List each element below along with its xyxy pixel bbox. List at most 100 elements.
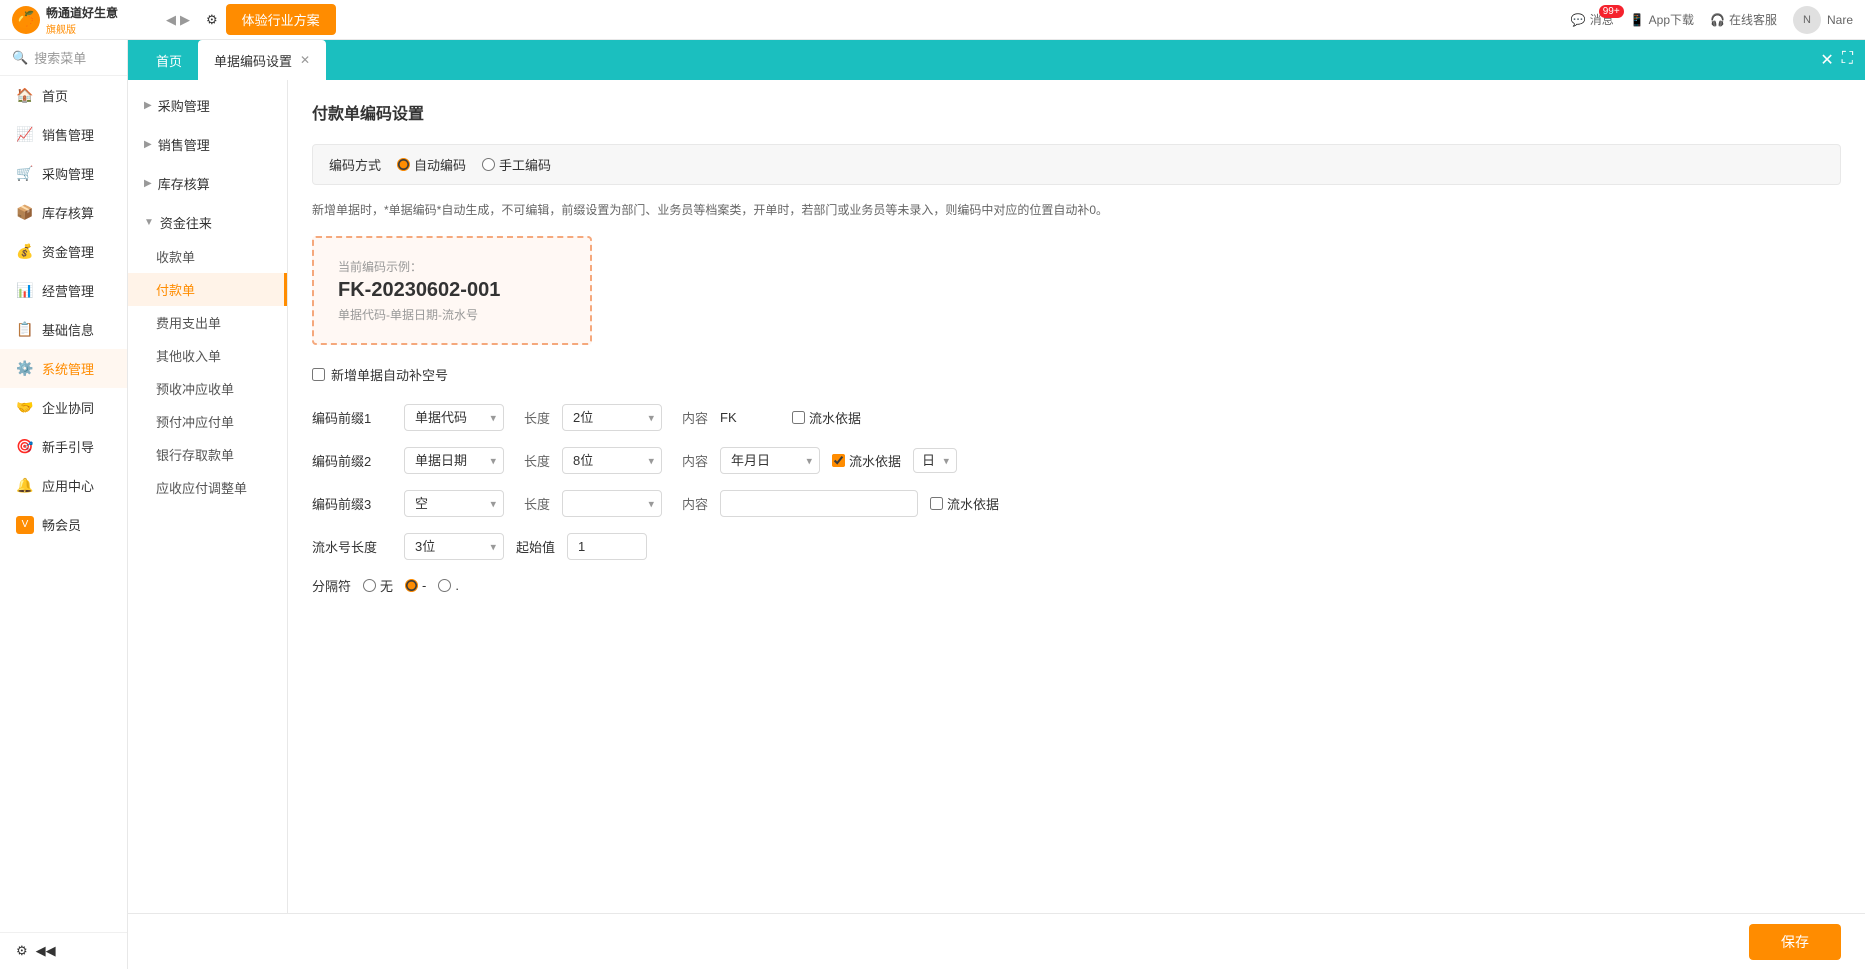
purchase-icon: 🛒 xyxy=(16,165,34,183)
tab-close-icon[interactable]: ✕ xyxy=(300,53,310,67)
separator-label: 分隔符 xyxy=(312,576,351,595)
prefix2-serial-checkbox[interactable]: 流水依据 xyxy=(832,451,901,470)
nav-arrows[interactable]: ◀ ▶ xyxy=(166,12,190,28)
auto-code-radio[interactable] xyxy=(397,158,410,171)
prefix3-serial-input[interactable] xyxy=(930,497,943,510)
sub-nav-group-title-sales[interactable]: ▶ 销售管理 xyxy=(128,127,287,162)
tab-bar-actions: ✕ ⛶ xyxy=(1820,50,1853,70)
sub-nav-item-pre-receipt[interactable]: 预收冲应收单 xyxy=(128,372,287,405)
sidebar-item-purchase[interactable]: 🛒 采购管理 xyxy=(0,154,127,193)
sidebar-item-basic[interactable]: 📋 基础信息 xyxy=(0,310,127,349)
tab-expand-icon[interactable]: ⛶ xyxy=(1842,50,1853,70)
sub-nav-group-title-purchase[interactable]: ▶ 采购管理 xyxy=(128,88,287,123)
prefix1-length-label: 长度 xyxy=(524,408,550,427)
prefix2-label: 编码前缀2 xyxy=(312,451,392,470)
prefix1-label: 编码前缀1 xyxy=(312,408,392,427)
service-icon: 🎧 xyxy=(1710,13,1725,27)
prefix3-label: 编码前缀3 xyxy=(312,494,392,513)
sub-nav-item-bank[interactable]: 银行存取款单 xyxy=(128,438,287,471)
prefix1-select[interactable]: 单据代码 单据日期 部门 业务员 空 xyxy=(404,404,504,431)
online-service-button[interactable]: 🎧 在线客服 xyxy=(1710,11,1777,28)
coding-method-row: 编码方式 自动编码 手工编码 xyxy=(312,144,1841,185)
guide-icon: 🎯 xyxy=(16,438,34,456)
auto-code-option[interactable]: 自动编码 xyxy=(397,155,466,174)
sub-nav-item-expense[interactable]: 费用支出单 xyxy=(128,306,287,339)
sep-none-radio[interactable] xyxy=(363,579,376,592)
sub-nav-item-pre-payment[interactable]: 预付冲应付单 xyxy=(128,405,287,438)
prefix2-content-select[interactable]: 年月日 年月 年 xyxy=(720,447,820,474)
sidebar-item-enterprise[interactable]: 🤝 企业协同 xyxy=(0,388,127,427)
sub-nav-item-payment[interactable]: 付款单 xyxy=(128,273,287,306)
sub-nav-item-other-income[interactable]: 其他收入单 xyxy=(128,339,287,372)
prefix2-length-select-wrapper: 8位 6位 4位 xyxy=(562,447,662,474)
prefix3-length-select[interactable] xyxy=(562,490,662,517)
prefix2-select[interactable]: 单据日期 单据代码 部门 业务员 空 xyxy=(404,447,504,474)
sep-dash-radio[interactable] xyxy=(405,579,418,592)
sidebar-item-finance[interactable]: 💰 资金管理 xyxy=(0,232,127,271)
sub-nav-item-adjust[interactable]: 应收应付调整单 xyxy=(128,471,287,504)
app-download-button[interactable]: 📱 App下载 xyxy=(1630,11,1694,28)
sidebar: 🔍 搜索菜单 🏠 首页 📈 销售管理 🛒 采购管理 📦 库存核算 💰 资金管理 … xyxy=(0,0,128,969)
prefix2-length-label: 长度 xyxy=(524,451,550,470)
serial-length-select[interactable]: 3位 4位 5位 6位 xyxy=(404,533,504,560)
sidebar-item-home[interactable]: 🏠 首页 xyxy=(0,76,127,115)
nav-forward-icon[interactable]: ▶ xyxy=(180,12,190,28)
sub-nav-item-receipt[interactable]: 收款单 xyxy=(128,240,287,273)
prefix2-row: 编码前缀2 单据日期 单据代码 部门 业务员 空 长度 8位 6位 4位 xyxy=(312,447,1841,474)
manual-code-radio[interactable] xyxy=(482,158,495,171)
page-title: 付款单编码设置 xyxy=(312,100,1841,124)
prefix2-day-select[interactable]: 日 月 年 xyxy=(913,448,957,473)
prefix3-length-label: 长度 xyxy=(524,494,550,513)
prefix1-select-wrapper: 单据代码 单据日期 部门 业务员 空 xyxy=(404,404,504,431)
tab-code-settings[interactable]: 单据编码设置 ✕ xyxy=(198,40,326,80)
top-bar-right: 💬 消息 99+ 📱 App下载 🎧 在线客服 N Nare xyxy=(1571,6,1853,34)
experience-button[interactable]: 体验行业方案 xyxy=(226,4,336,35)
prefix1-content-value: FK xyxy=(720,410,780,425)
sub-nav-group-capital: ▼ 资金往来 收款单 付款单 费用支出单 其他收入单 预收冲应收单 预付冲应付单… xyxy=(128,205,287,504)
sep-dash-option[interactable]: - xyxy=(405,578,426,593)
user-avatar[interactable]: N Nare xyxy=(1793,6,1853,34)
prefix1-serial-input[interactable] xyxy=(792,411,805,424)
prefix1-serial-checkbox[interactable]: 流水依据 xyxy=(792,408,861,427)
sep-none-option[interactable]: 无 xyxy=(363,576,393,595)
arrow-purchase: ▶ xyxy=(144,100,152,111)
prefix2-serial-input[interactable] xyxy=(832,454,845,467)
sidebar-item-member[interactable]: V 畅会员 xyxy=(0,505,127,544)
sep-dot-radio[interactable] xyxy=(438,579,451,592)
sep-dot-option[interactable]: . xyxy=(438,578,459,593)
auto-fill-checkbox[interactable] xyxy=(312,368,325,381)
auto-fill-row: 新增单据自动补空号 xyxy=(312,365,1841,384)
sidebar-settings-icon[interactable]: ⚙ xyxy=(16,943,28,959)
prefix3-serial-checkbox[interactable]: 流水依据 xyxy=(930,494,999,513)
sidebar-collapse-icon[interactable]: ◀◀ xyxy=(36,943,56,959)
sidebar-item-sales[interactable]: 📈 销售管理 xyxy=(0,115,127,154)
management-icon: 📊 xyxy=(16,282,34,300)
sidebar-search[interactable]: 🔍 搜索菜单 xyxy=(0,40,127,76)
messages-button[interactable]: 💬 消息 99+ xyxy=(1571,11,1614,28)
sidebar-item-system[interactable]: ⚙️ 系统管理 xyxy=(0,349,127,388)
sub-nav-group-title-capital[interactable]: ▼ 资金往来 xyxy=(128,205,287,240)
settings-icon-top[interactable]: ⚙ xyxy=(206,12,218,28)
top-bar-left: 🍊 畅通道好生意 旗舰版 ◀ ▶ ⚙ 体验行业方案 xyxy=(12,4,336,36)
prefix3-select[interactable]: 空 单据代码 单据日期 部门 业务员 xyxy=(404,490,504,517)
prefix1-length-select[interactable]: 2位 4位 6位 xyxy=(562,404,662,431)
save-button[interactable]: 保存 xyxy=(1749,924,1841,960)
sidebar-item-inventory[interactable]: 📦 库存核算 xyxy=(0,193,127,232)
tab-close-all-icon[interactable]: ✕ xyxy=(1820,50,1833,70)
prefix1-length-select-wrapper: 2位 4位 6位 xyxy=(562,404,662,431)
manual-code-option[interactable]: 手工编码 xyxy=(482,155,551,174)
system-icon: ⚙️ xyxy=(16,360,34,378)
search-icon: 🔍 xyxy=(12,50,28,66)
prefix2-length-select[interactable]: 8位 6位 4位 xyxy=(562,447,662,474)
sidebar-item-guide[interactable]: 🎯 新手引导 xyxy=(0,427,127,466)
sidebar-item-appcenter[interactable]: 🔔 应用中心 xyxy=(0,466,127,505)
page-content: 付款单编码设置 编码方式 自动编码 手工编码 新增单据时，*单据编码*自动生成，… xyxy=(288,80,1865,913)
tab-home[interactable]: 首页 xyxy=(140,40,198,80)
nav-back-icon[interactable]: ◀ xyxy=(166,12,176,28)
sidebar-item-management[interactable]: 📊 经营管理 xyxy=(0,271,127,310)
code-preview-desc: 单据代码-单据日期-流水号 xyxy=(338,306,566,323)
separator-row: 分隔符 无 - . xyxy=(312,576,1841,595)
prefix3-content-input[interactable] xyxy=(720,490,918,517)
start-value-input[interactable] xyxy=(567,533,647,560)
sub-nav-group-title-inventory[interactable]: ▶ 库存核算 xyxy=(128,166,287,201)
